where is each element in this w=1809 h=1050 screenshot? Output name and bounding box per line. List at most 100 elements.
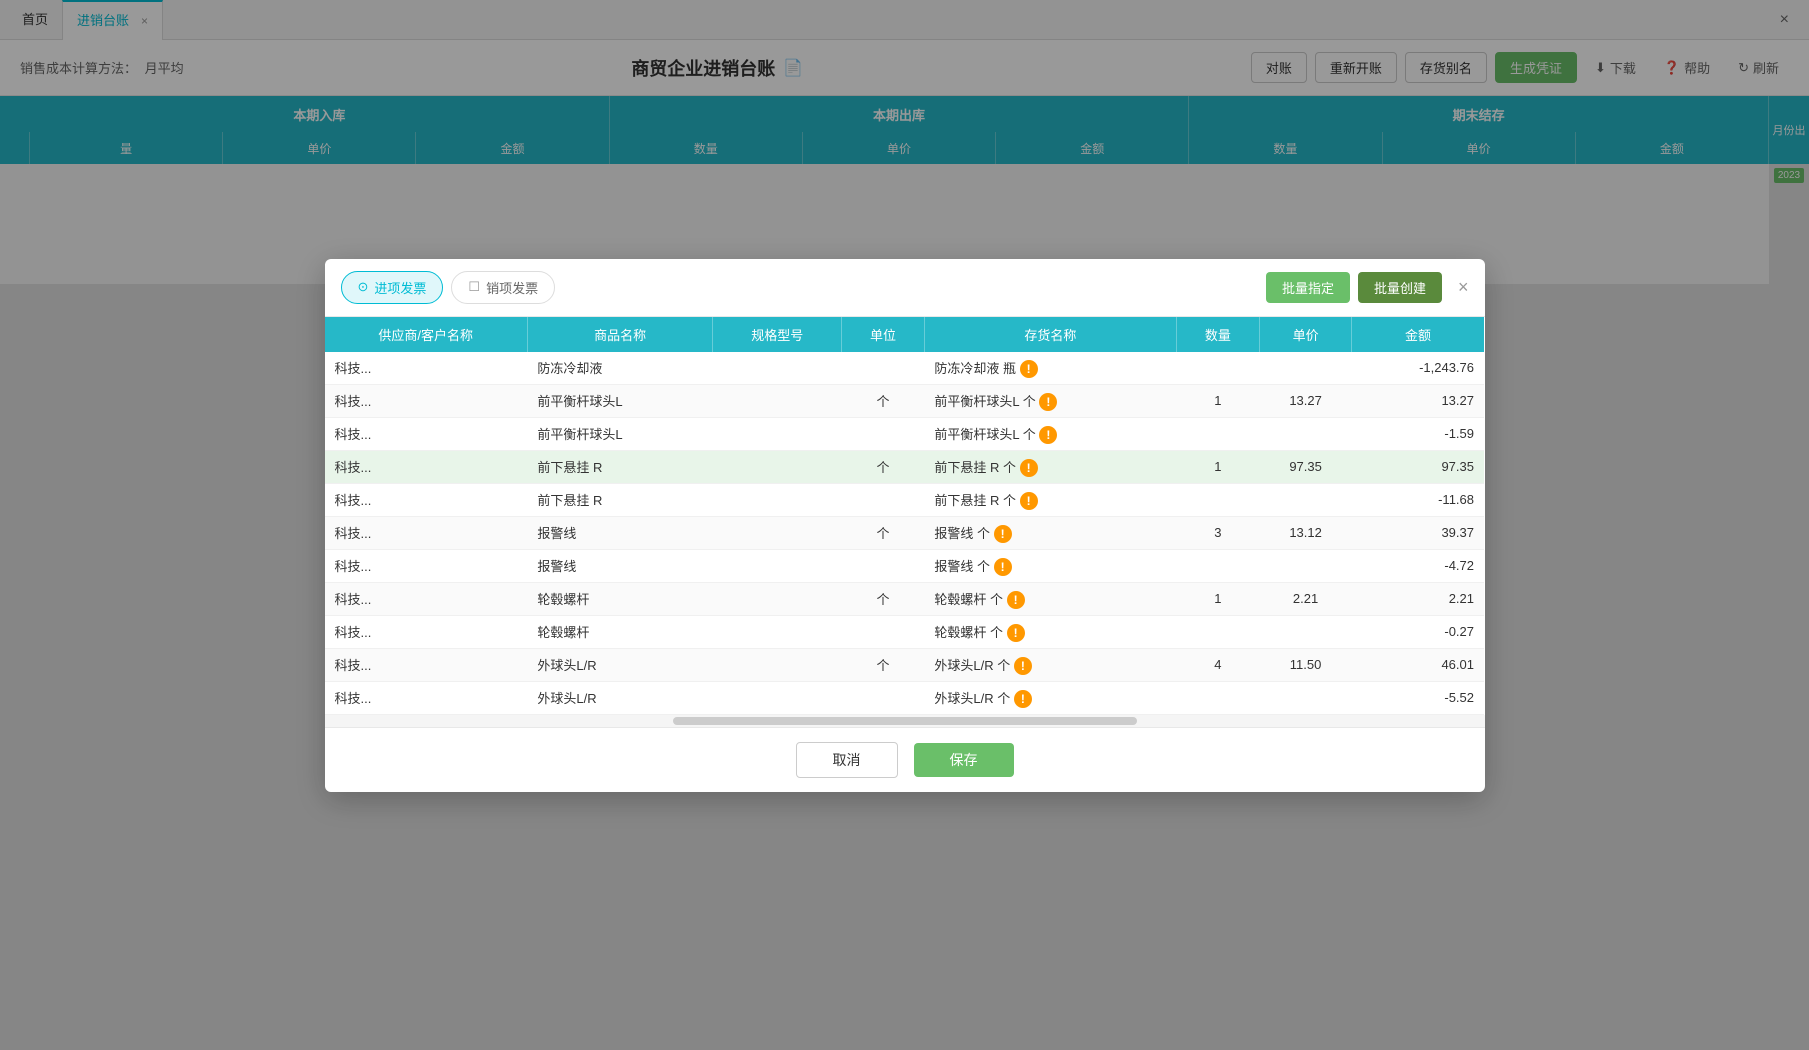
cell-amount: -1,243.76	[1352, 352, 1484, 385]
cell-unit-price	[1259, 352, 1352, 385]
table-row[interactable]: 科技... 前下悬挂 R 个 前下悬挂 R 个 ! 1 97.35 97.35	[325, 450, 1485, 483]
cell-product: 前下悬挂 R	[527, 483, 712, 516]
warning-icon: !	[1020, 459, 1038, 477]
cell-unit-price	[1259, 549, 1352, 582]
col-amount: 金额	[1352, 317, 1484, 352]
cell-spec	[713, 417, 842, 450]
cell-stock-name: 轮毂螺杆 个 !	[924, 615, 1176, 648]
invoice-modal: ⊙ 进项发票 ☐ 销项发票 批量指定 批量创建 × 供应商/客户名称 商品名称	[325, 259, 1485, 792]
cell-spec	[713, 384, 842, 417]
modal-close-button[interactable]: ×	[1458, 277, 1469, 298]
table-row[interactable]: 科技... 报警线 报警线 个 ! -4.72	[325, 549, 1485, 582]
cell-unit-price: 13.27	[1259, 384, 1352, 417]
table-row[interactable]: 科技... 外球头L/R 个 外球头L/R 个 ! 4 11.50 46.01	[325, 648, 1485, 681]
save-button[interactable]: 保存	[914, 743, 1014, 777]
table-row[interactable]: 科技... 报警线 个 报警线 个 ! 3 13.12 39.37	[325, 516, 1485, 549]
cell-unit-price	[1259, 483, 1352, 516]
modal-table-wrapper[interactable]: 供应商/客户名称 商品名称 规格型号 单位 存货名称 数量 单价 金额 科技..…	[325, 317, 1485, 715]
cell-unit	[842, 417, 925, 450]
cell-quantity: 1	[1176, 450, 1259, 483]
cell-spec	[713, 352, 842, 385]
cell-quantity: 4	[1176, 648, 1259, 681]
table-row[interactable]: 科技... 轮毂螺杆 轮毂螺杆 个 ! -0.27	[325, 615, 1485, 648]
cell-product: 防冻冷却液	[527, 352, 712, 385]
warning-icon: !	[994, 525, 1012, 543]
cell-supplier: 科技...	[325, 417, 528, 450]
warning-icon: !	[1014, 690, 1032, 708]
warning-icon: !	[994, 558, 1012, 576]
cell-amount: -5.52	[1352, 681, 1484, 714]
horizontal-scrollbar[interactable]	[325, 715, 1485, 727]
cancel-button[interactable]: 取消	[796, 742, 898, 778]
cell-supplier: 科技...	[325, 681, 528, 714]
col-unit-price: 单价	[1259, 317, 1352, 352]
cell-unit	[842, 615, 925, 648]
cell-supplier: 科技...	[325, 516, 528, 549]
cell-spec	[713, 648, 842, 681]
cell-spec	[713, 483, 842, 516]
col-stock-name: 存货名称	[924, 317, 1176, 352]
table-row[interactable]: 科技... 外球头L/R 外球头L/R 个 ! -5.52	[325, 681, 1485, 714]
col-unit: 单位	[842, 317, 925, 352]
table-row[interactable]: 科技... 前下悬挂 R 前下悬挂 R 个 ! -11.68	[325, 483, 1485, 516]
cell-stock-name: 前平衡杆球头L 个 !	[924, 384, 1176, 417]
cell-stock-name: 外球头L/R 个 !	[924, 648, 1176, 681]
cell-quantity	[1176, 483, 1259, 516]
table-row[interactable]: 科技... 前平衡杆球头L 个 前平衡杆球头L 个 ! 1 13.27 13.2…	[325, 384, 1485, 417]
cell-supplier: 科技...	[325, 483, 528, 516]
cell-product: 轮毂螺杆	[527, 615, 712, 648]
batch-assign-button[interactable]: 批量指定	[1266, 272, 1350, 303]
cell-supplier: 科技...	[325, 450, 528, 483]
cell-product: 报警线	[527, 516, 712, 549]
table-row[interactable]: 科技... 轮毂螺杆 个 轮毂螺杆 个 ! 1 2.21 2.21	[325, 582, 1485, 615]
cell-stock-name: 前平衡杆球头L 个 !	[924, 417, 1176, 450]
cell-unit-price: 13.12	[1259, 516, 1352, 549]
cell-spec	[713, 450, 842, 483]
cell-unit: 个	[842, 516, 925, 549]
table-header-row: 供应商/客户名称 商品名称 规格型号 单位 存货名称 数量 单价 金额	[325, 317, 1485, 352]
modal-footer: 取消 保存	[325, 727, 1485, 792]
table-row[interactable]: 科技... 前平衡杆球头L 前平衡杆球头L 个 ! -1.59	[325, 417, 1485, 450]
cell-spec	[713, 582, 842, 615]
outbound-invoice-tab[interactable]: ☐ 销项发票	[451, 271, 555, 304]
cell-product: 轮毂螺杆	[527, 582, 712, 615]
cell-amount: 13.27	[1352, 384, 1484, 417]
cell-spec	[713, 516, 842, 549]
col-supplier: 供应商/客户名称	[325, 317, 528, 352]
cell-unit: 个	[842, 648, 925, 681]
cell-product: 外球头L/R	[527, 648, 712, 681]
batch-create-button[interactable]: 批量创建	[1358, 272, 1442, 303]
warning-icon: !	[1020, 360, 1038, 378]
cell-amount: -11.68	[1352, 483, 1484, 516]
modal-header-actions: 批量指定 批量创建	[1266, 272, 1442, 303]
cell-unit-price	[1259, 615, 1352, 648]
col-product: 商品名称	[527, 317, 712, 352]
modal-overlay: ⊙ 进项发票 ☐ 销项发票 批量指定 批量创建 × 供应商/客户名称 商品名称	[0, 0, 1809, 1050]
cell-stock-name: 外球头L/R 个 !	[924, 681, 1176, 714]
cell-supplier: 科技...	[325, 549, 528, 582]
warning-icon: !	[1020, 492, 1038, 510]
cell-quantity: 1	[1176, 384, 1259, 417]
cell-amount: -0.27	[1352, 615, 1484, 648]
warning-icon: !	[1039, 393, 1057, 411]
warning-icon: !	[1007, 591, 1025, 609]
inbound-invoice-tab[interactable]: ⊙ 进项发票	[341, 271, 444, 304]
table-row[interactable]: 科技... 防冻冷却液 防冻冷却液 瓶 ! -1,243.76	[325, 352, 1485, 385]
cell-quantity: 1	[1176, 582, 1259, 615]
cell-unit-price	[1259, 681, 1352, 714]
cell-spec	[713, 549, 842, 582]
cell-unit-price: 2.21	[1259, 582, 1352, 615]
cell-stock-name: 前下悬挂 R 个 !	[924, 483, 1176, 516]
cell-quantity	[1176, 681, 1259, 714]
cell-supplier: 科技...	[325, 615, 528, 648]
cell-spec	[713, 681, 842, 714]
cell-unit: 个	[842, 582, 925, 615]
cell-unit: 个	[842, 450, 925, 483]
invoice-in-icon: ⊙	[358, 279, 369, 295]
invoice-out-icon: ☐	[468, 279, 480, 295]
cell-amount: 39.37	[1352, 516, 1484, 549]
cell-unit	[842, 483, 925, 516]
col-spec: 规格型号	[713, 317, 842, 352]
cell-product: 外球头L/R	[527, 681, 712, 714]
cell-product: 报警线	[527, 549, 712, 582]
